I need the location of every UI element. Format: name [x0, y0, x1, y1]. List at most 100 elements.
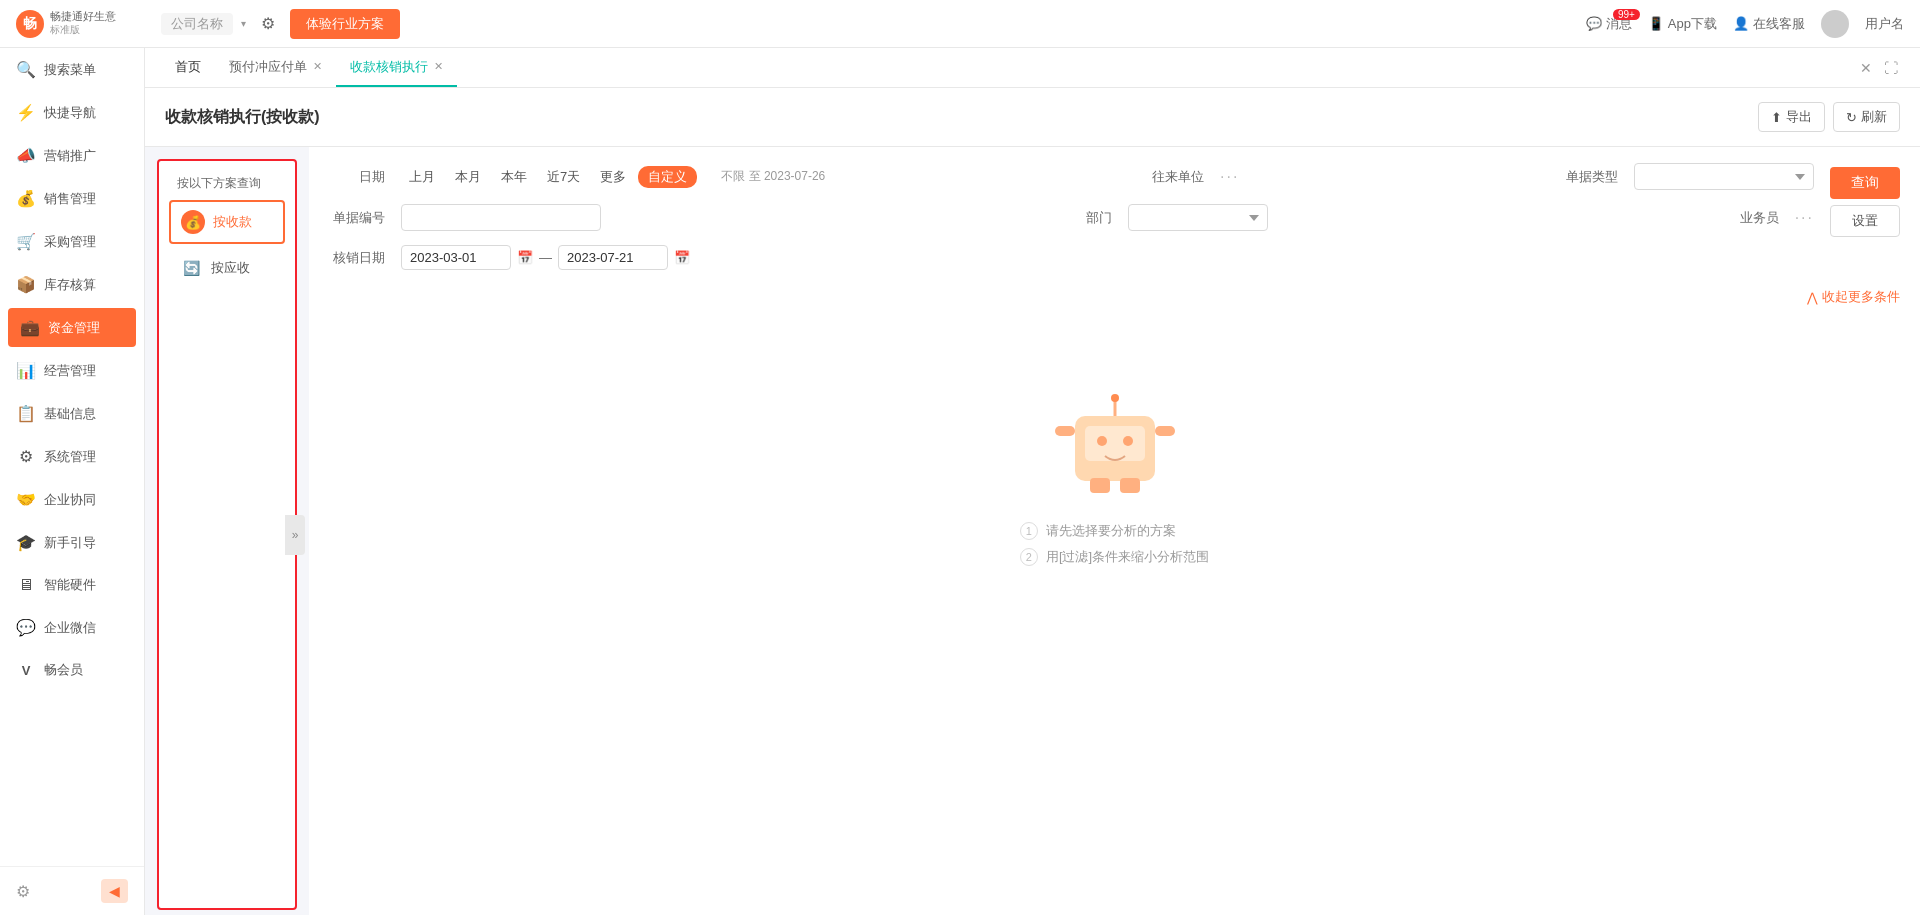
sidebar-item-operations[interactable]: 📊 经营管理 [0, 349, 144, 392]
tab-prepay-close[interactable]: ✕ [313, 60, 322, 73]
btn-column: 查询 设置 [1830, 167, 1900, 237]
sidebar-label-basic-info: 基础信息 [44, 405, 96, 423]
date-separator: — [539, 250, 552, 265]
refresh-button[interactable]: ↻ 刷新 [1833, 102, 1900, 132]
logo-title: 畅捷通好生意 [50, 10, 116, 23]
verify-date-range: 📅 — 📅 [401, 245, 690, 270]
main-content: 首页 预付冲应付单 ✕ 收款核销执行 ✕ ✕ ⛶ 收款核销执行(按收款) ⬆ 导… [145, 48, 1920, 915]
svg-rect-9 [1120, 478, 1140, 493]
sidebar-item-sales[interactable]: 💰 销售管理 [0, 177, 144, 220]
verify-date-end[interactable] [558, 245, 668, 270]
counterparty-dots[interactable]: ··· [1220, 168, 1239, 186]
message-action[interactable]: 💬 消息 99+ [1586, 15, 1632, 33]
hardware-icon: 🖥 [16, 576, 36, 594]
member-icon: V [16, 663, 36, 678]
tab-home[interactable]: 首页 [161, 48, 215, 87]
tab-prepay[interactable]: 预付冲应付单 ✕ [215, 48, 336, 87]
collapse-more-icon: ⋀ [1807, 290, 1818, 305]
sidebar-item-guide[interactable]: 🎓 新手引导 [0, 521, 144, 564]
sidebar-item-inventory[interactable]: 📦 库存核算 [0, 263, 144, 306]
user-name: 用户名 [1865, 15, 1904, 33]
date-btn-7days[interactable]: 近7天 [539, 166, 588, 188]
sidebar-item-finance[interactable]: 💼 资金管理 [8, 308, 136, 347]
filter-by-receipt[interactable]: 💰 按收款 [169, 200, 285, 244]
message-badge: 99+ [1613, 9, 1640, 20]
tab-close-all-button[interactable]: ✕ [1854, 60, 1878, 76]
sidebar-item-member[interactable]: V 畅会员 [0, 649, 144, 691]
date-btn-custom[interactable]: 自定义 [638, 166, 697, 188]
date-btn-this-month[interactable]: 本月 [447, 166, 489, 188]
export-icon: ⬆ [1771, 110, 1782, 125]
bill-number-input[interactable] [401, 204, 601, 231]
bill-number-label: 单据编号 [329, 209, 385, 227]
company-dropdown-icon[interactable]: ▾ [241, 18, 246, 29]
sales-rep-dots[interactable]: ··· [1795, 209, 1814, 227]
sidebar-item-system[interactable]: ⚙ 系统管理 [0, 435, 144, 478]
collapse-arrow-icon: » [292, 528, 299, 542]
sidebar-settings-button[interactable]: ⚙ [16, 882, 30, 901]
svg-rect-7 [1155, 426, 1175, 436]
sidebar-collapse-button[interactable]: ◀ [101, 879, 128, 903]
company-name[interactable]: 公司名称 [161, 13, 233, 35]
filter-receivable-label: 按应收 [211, 259, 250, 277]
date-btn-this-year[interactable]: 本年 [493, 166, 535, 188]
verify-date-start-icon[interactable]: 📅 [517, 250, 533, 265]
sidebar-item-basic-info[interactable]: 📋 基础信息 [0, 392, 144, 435]
service-icon: 👤 [1733, 16, 1749, 31]
sidebar-label-search: 搜索菜单 [44, 61, 96, 79]
filter-by-receivable[interactable]: 🔄 按应收 [169, 248, 285, 288]
date-btn-last-month[interactable]: 上月 [401, 166, 443, 188]
app-download-action[interactable]: 📱 App下载 [1648, 15, 1717, 33]
sidebar-item-hardware[interactable]: 🖥 智能硬件 [0, 564, 144, 606]
department-select[interactable] [1128, 204, 1268, 231]
sidebar-item-purchase[interactable]: 🛒 采购管理 [0, 220, 144, 263]
svg-point-2 [1097, 436, 1107, 446]
collapse-more-btn[interactable]: ⋀ 收起更多条件 [329, 288, 1900, 306]
verify-date-start[interactable] [401, 245, 511, 270]
wechat-icon: 💬 [16, 618, 36, 637]
tab-receivable[interactable]: 收款核销执行 ✕ [336, 48, 457, 87]
svg-rect-8 [1090, 478, 1110, 493]
industry-button[interactable]: 体验行业方案 [290, 9, 400, 39]
header-settings-button[interactable]: ⚙ [254, 10, 282, 38]
page-actions: ⬆ 导出 ↻ 刷新 [1758, 102, 1900, 132]
date-btn-more[interactable]: 更多 [592, 166, 634, 188]
page-title: 收款核销执行(按收款) [165, 107, 320, 128]
verify-date-end-icon[interactable]: 📅 [674, 250, 690, 265]
sidebar-item-enterprise[interactable]: 🤝 企业协同 [0, 478, 144, 521]
page-header: 收款核销执行(按收款) ⬆ 导出 ↻ 刷新 [145, 88, 1920, 147]
enterprise-icon: 🤝 [16, 490, 36, 509]
sidebar-item-marketing[interactable]: 📣 营销推广 [0, 134, 144, 177]
settings-set-button[interactable]: 设置 [1830, 205, 1900, 237]
sidebar-label-finance: 资金管理 [48, 319, 100, 337]
sidebar-label-sales: 销售管理 [44, 190, 96, 208]
sidebar: 🔍 搜索菜单 ⚡ 快捷导航 📣 营销推广 💰 销售管理 🛒 采购管理 📦 库存核… [0, 48, 145, 915]
filter-panel: 按以下方案查询 💰 按收款 🔄 按应收 » [157, 159, 297, 910]
filter-receipt-label: 按收款 [213, 213, 252, 231]
app-icon: 📱 [1648, 16, 1664, 31]
svg-rect-6 [1055, 426, 1075, 436]
export-button[interactable]: ⬆ 导出 [1758, 102, 1825, 132]
collapse-more-label: 收起更多条件 [1822, 288, 1900, 306]
logo-icon: 畅 [16, 10, 44, 38]
query-button[interactable]: 查询 [1830, 167, 1900, 199]
svg-point-5 [1111, 394, 1119, 402]
sidebar-label-hardware: 智能硬件 [44, 576, 96, 594]
sidebar-item-search-menu[interactable]: 🔍 搜索菜单 [0, 48, 144, 91]
tab-expand-button[interactable]: ⛶ [1878, 60, 1904, 76]
sidebar-item-wechat[interactable]: 💬 企业微信 [0, 606, 144, 649]
date-shortcuts: 上月 本月 本年 近7天 更多 自定义 [401, 166, 697, 188]
verify-date-label: 核销日期 [329, 249, 385, 267]
sidebar-item-quick-nav[interactable]: ⚡ 快捷导航 [0, 91, 144, 134]
hint-num-2: 2 [1020, 548, 1038, 566]
user-avatar[interactable] [1821, 10, 1849, 38]
guide-icon: 🎓 [16, 533, 36, 552]
online-service-action[interactable]: 👤 在线客服 [1733, 15, 1805, 33]
hint-text-2: 用[过滤]条件来缩小分析范围 [1046, 548, 1209, 566]
tab-receivable-close[interactable]: ✕ [434, 60, 443, 73]
filter-panel-collapse[interactable]: » [285, 515, 305, 555]
operations-icon: 📊 [16, 361, 36, 380]
hint-text-1: 请先选择要分析的方案 [1046, 522, 1176, 540]
bill-type-label: 单据类型 [1562, 168, 1618, 186]
bill-type-select[interactable] [1634, 163, 1814, 190]
